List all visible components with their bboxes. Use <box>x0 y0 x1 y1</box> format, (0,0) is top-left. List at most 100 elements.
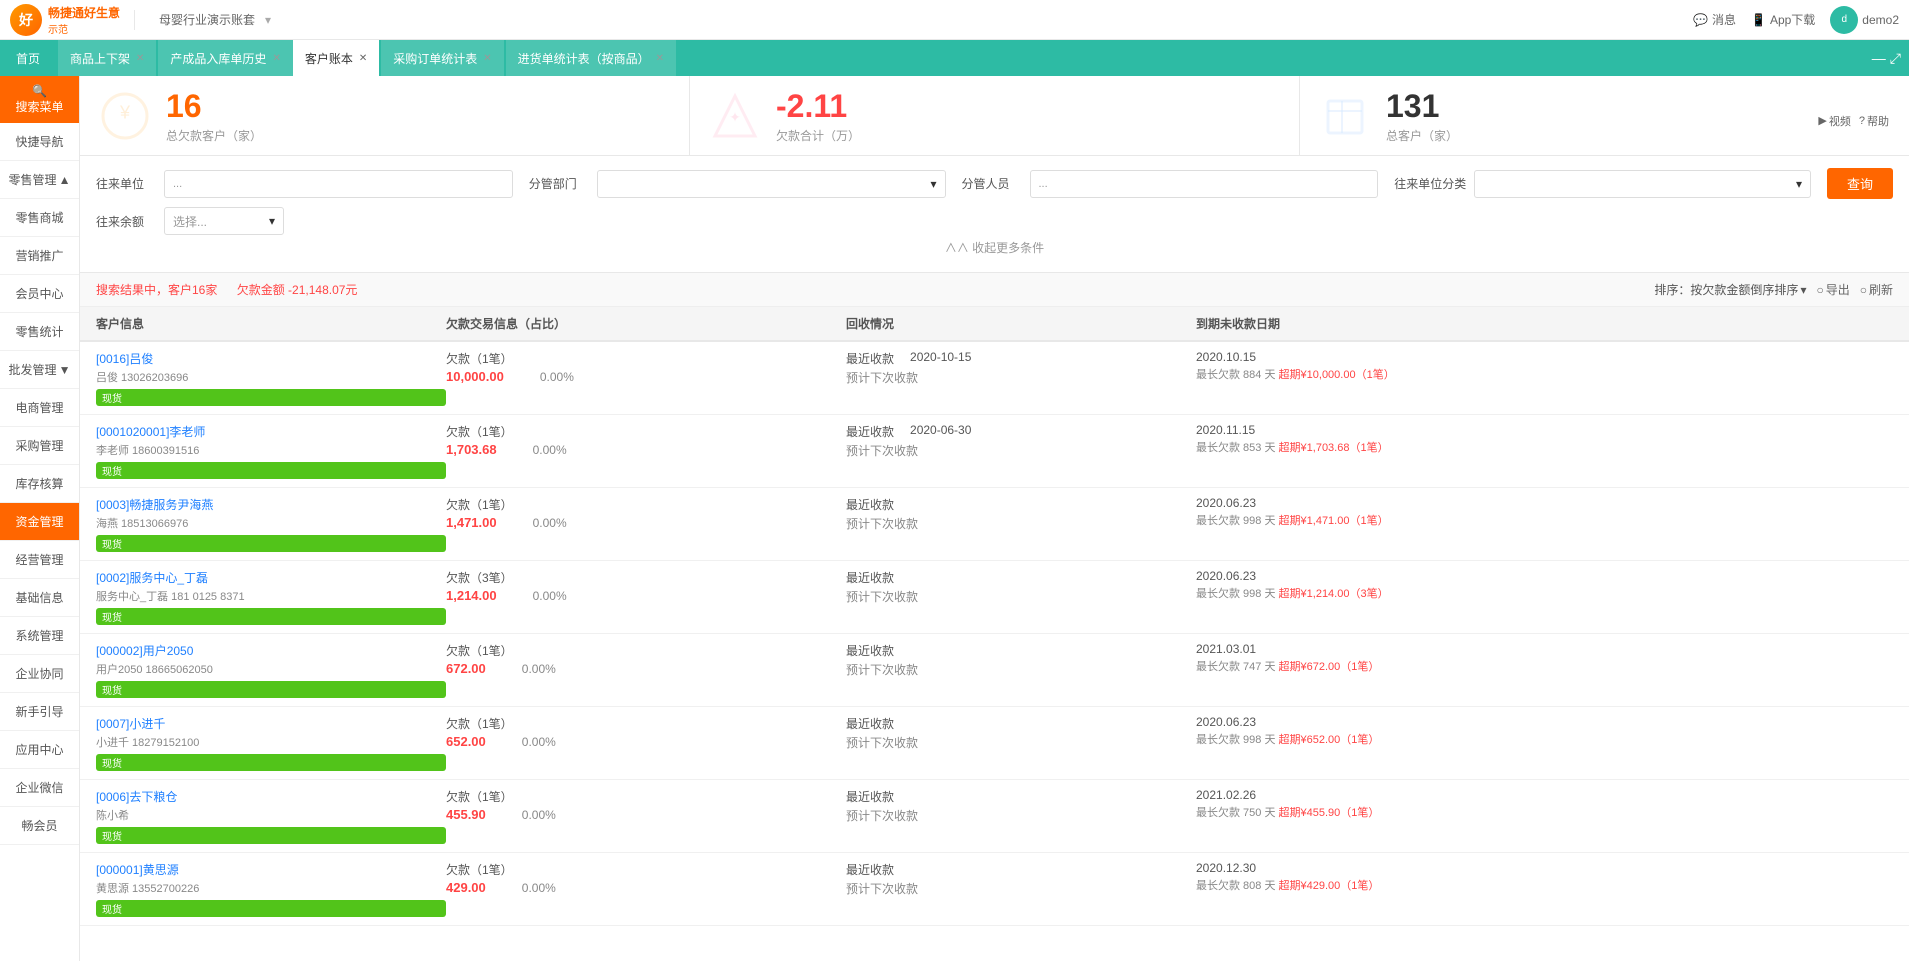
sidebar-item-new-guide[interactable]: 新手引导 <box>0 693 79 731</box>
balance-select[interactable]: 选择... ▾ <box>164 207 284 235</box>
overdue-link[interactable]: 超期¥10,000.00（1笔） <box>1279 369 1395 381</box>
customer-sub-info: 服务中心_丁磊 181 0125 8371 <box>96 588 446 604</box>
sidebar-item-basic-info[interactable]: 基础信息 <box>0 579 79 617</box>
tab-bar: 首页 商品上下架 ✕ 产成品入库单历史 ✕ 客户账本 ✕ 采购订单统计表 ✕ 进… <box>0 40 1909 76</box>
customer-name-link[interactable]: [0003]畅捷服务尹海燕 <box>96 496 446 513</box>
sidebar-search[interactable]: 🔍 搜索菜单 <box>0 76 79 123</box>
tab-maximize-icon[interactable]: ⤢ <box>1890 50 1901 67</box>
svg-text:¥: ¥ <box>119 102 131 122</box>
tab-minimize-icon[interactable]: — <box>1872 50 1886 66</box>
tab-close-inbound-stats[interactable]: ✕ <box>656 53 664 64</box>
overdue-date: 2021.03.01 <box>1196 642 1893 656</box>
sidebar-item-member-center[interactable]: 会员中心 <box>0 275 79 313</box>
sidebar-item-purchase-mgmt[interactable]: 采购管理 <box>0 427 79 465</box>
unit-type-select[interactable]: ▾ <box>1474 170 1811 198</box>
sidebar-item-vip-member[interactable]: 畅会员 <box>0 807 79 845</box>
table-row: [000001]黄思源 黄思源 13552700226 现货 欠款（1笔） 42… <box>80 853 1909 926</box>
overdue-link[interactable]: 超期¥1,703.68（1笔） <box>1279 442 1389 454</box>
overdue-date: 2020.12.30 <box>1196 861 1893 875</box>
collection-info-cell: 最近收款 预计下次收款 <box>846 861 1196 897</box>
debt-ratio: 0.00% <box>522 881 556 895</box>
overdue-link[interactable]: 超期¥1,471.00（1笔） <box>1279 515 1389 527</box>
tab-production-history[interactable]: 产成品入库单历史 ✕ <box>158 40 292 76</box>
overdue-date: 2020.10.15 <box>1196 350 1893 364</box>
customer-info-cell: [0016]吕俊 吕俊 13026203696 现货 <box>96 350 446 406</box>
person-input[interactable]: ... <box>1030 170 1379 198</box>
user-avatar-button[interactable]: d demo2 <box>1830 6 1899 34</box>
table-body: [0016]吕俊 吕俊 13026203696 现货 欠款（1笔） 10,000… <box>80 342 1909 926</box>
video-icon: ▶ <box>1818 114 1826 127</box>
customer-name-link[interactable]: [0016]吕俊 <box>96 350 446 367</box>
overdue-days: 最长欠款 998 天 超期¥1,214.00（3笔） <box>1196 585 1893 601</box>
collection-sub: 预计下次收款 <box>846 515 1196 532</box>
query-button[interactable]: 查询 <box>1827 168 1893 199</box>
sidebar-item-retail-stats[interactable]: 零售统计 <box>0 313 79 351</box>
overdue-link[interactable]: 超期¥429.00（1笔） <box>1279 880 1380 892</box>
sidebar-item-marketing[interactable]: 营销推广 <box>0 237 79 275</box>
tab-inbound-stats[interactable]: 进货单统计表（按商品） ✕ <box>506 40 676 76</box>
help-button[interactable]: ? 帮助 <box>1859 113 1889 129</box>
sidebar-item-enterprise-collab[interactable]: 企业协同 <box>0 655 79 693</box>
debt-ratio: 0.00% <box>522 808 556 822</box>
overdue-link[interactable]: 超期¥652.00（1笔） <box>1279 734 1380 746</box>
dept-select[interactable]: ▾ <box>597 170 946 198</box>
debt-info-cell: 欠款（1笔） 652.00 0.00% <box>446 715 846 749</box>
tab-customer-account[interactable]: 客户账本 ✕ <box>293 40 379 76</box>
customer-badge: 现货 <box>96 827 446 844</box>
sidebar-item-ecommerce[interactable]: 电商管理 <box>0 389 79 427</box>
customer-name-link[interactable]: [0006]去下粮仓 <box>96 788 446 805</box>
customer-name-link[interactable]: [0007]小进千 <box>96 715 446 732</box>
stat-debt-customers: ¥ 16 总欠款客户（家） <box>80 76 690 155</box>
sidebar-item-sys-mgmt[interactable]: 系统管理 <box>0 617 79 655</box>
sidebar-item-batch-mgmt[interactable]: 批发管理 ▼ <box>0 351 79 389</box>
export-button[interactable]: ○ 导出 <box>1816 281 1849 298</box>
table-row: [0001020001]李老师 李老师 18600391516 现货 欠款（1笔… <box>80 415 1909 488</box>
table-header-debt: 欠款交易信息（占比） <box>446 315 846 332</box>
tab-product-shelf[interactable]: 商品上下架 ✕ <box>58 40 156 76</box>
tab-close-production-history[interactable]: ✕ <box>272 53 280 64</box>
sidebar-item-quick-nav[interactable]: 快捷导航 <box>0 123 79 161</box>
tab-home[interactable]: 首页 <box>0 40 56 76</box>
debt-label: 欠款（1笔） <box>446 788 513 805</box>
message-button[interactable]: 💬 消息 <box>1693 11 1736 28</box>
collection-sub: 预计下次收款 <box>846 880 1196 897</box>
tab-close-purchase-order[interactable]: ✕ <box>483 53 491 64</box>
app-download-button[interactable]: 📱 App下载 <box>1751 11 1815 28</box>
sidebar-item-capital-mgmt[interactable]: 资金管理 <box>0 503 79 541</box>
sidebar-item-inventory[interactable]: 库存核算 <box>0 465 79 503</box>
customer-name-link[interactable]: [000001]黄思源 <box>96 861 446 878</box>
customer-name-link[interactable]: [0001020001]李老师 <box>96 423 446 440</box>
from-unit-input[interactable]: ... <box>164 170 513 198</box>
video-button[interactable]: ▶ 视频 <box>1818 113 1850 129</box>
store-dropdown-icon[interactable]: ▾ <box>265 13 271 27</box>
tab-purchase-order[interactable]: 采购订单统计表 ✕ <box>381 40 503 76</box>
customer-info-cell: [0001020001]李老师 李老师 18600391516 现货 <box>96 423 446 479</box>
sidebar-item-enterprise-wechat[interactable]: 企业微信 <box>0 769 79 807</box>
customer-info-cell: [0002]服务中心_丁磊 服务中心_丁磊 181 0125 8371 现货 <box>96 569 446 625</box>
overdue-date: 2020.06.23 <box>1196 496 1893 510</box>
sidebar-item-retail-store[interactable]: 零售商城 <box>0 199 79 237</box>
content-area: ¥ 16 总欠款客户（家） ✦ -2.11 欠款合计（万） <box>80 76 1909 961</box>
sort-button[interactable]: 排序：按欠款金额倒序排序 ▾ <box>1654 281 1806 298</box>
stats-bar: ¥ 16 总欠款客户（家） ✦ -2.11 欠款合计（万） <box>80 76 1909 156</box>
tab-close-customer-account[interactable]: ✕ <box>359 53 367 64</box>
debt-amount-label: 欠款合计（万） <box>776 127 860 144</box>
customer-name-link[interactable]: [0002]服务中心_丁磊 <box>96 569 446 586</box>
debt-label: 欠款（1笔） <box>446 423 513 440</box>
collapse-bar[interactable]: ∧∧ 收起更多条件 <box>96 235 1893 260</box>
overdue-link[interactable]: 超期¥672.00（1笔） <box>1279 661 1380 673</box>
customer-name-link[interactable]: [000002]用户2050 <box>96 642 446 659</box>
overdue-link[interactable]: 超期¥1,214.00（3笔） <box>1279 588 1389 600</box>
refresh-button[interactable]: ○ 刷新 <box>1860 281 1893 298</box>
avatar: d <box>1830 6 1858 34</box>
chevron-icon: ▼ <box>59 363 71 377</box>
sidebar-item-retail-mgmt[interactable]: 零售管理 ▲ <box>0 161 79 199</box>
sidebar-item-ops-mgmt[interactable]: 经营管理 <box>0 541 79 579</box>
table-header-collection: 回收情况 <box>846 315 1196 332</box>
stat-icon-amount: ✦ <box>710 91 760 141</box>
tab-close-product-shelf[interactable]: ✕ <box>136 53 144 64</box>
debt-label: 欠款（3笔） <box>446 569 513 586</box>
overdue-info-cell: 2020.12.30 最长欠款 808 天 超期¥429.00（1笔） <box>1196 861 1893 893</box>
sidebar-item-app-center[interactable]: 应用中心 <box>0 731 79 769</box>
overdue-link[interactable]: 超期¥455.90（1笔） <box>1279 807 1380 819</box>
